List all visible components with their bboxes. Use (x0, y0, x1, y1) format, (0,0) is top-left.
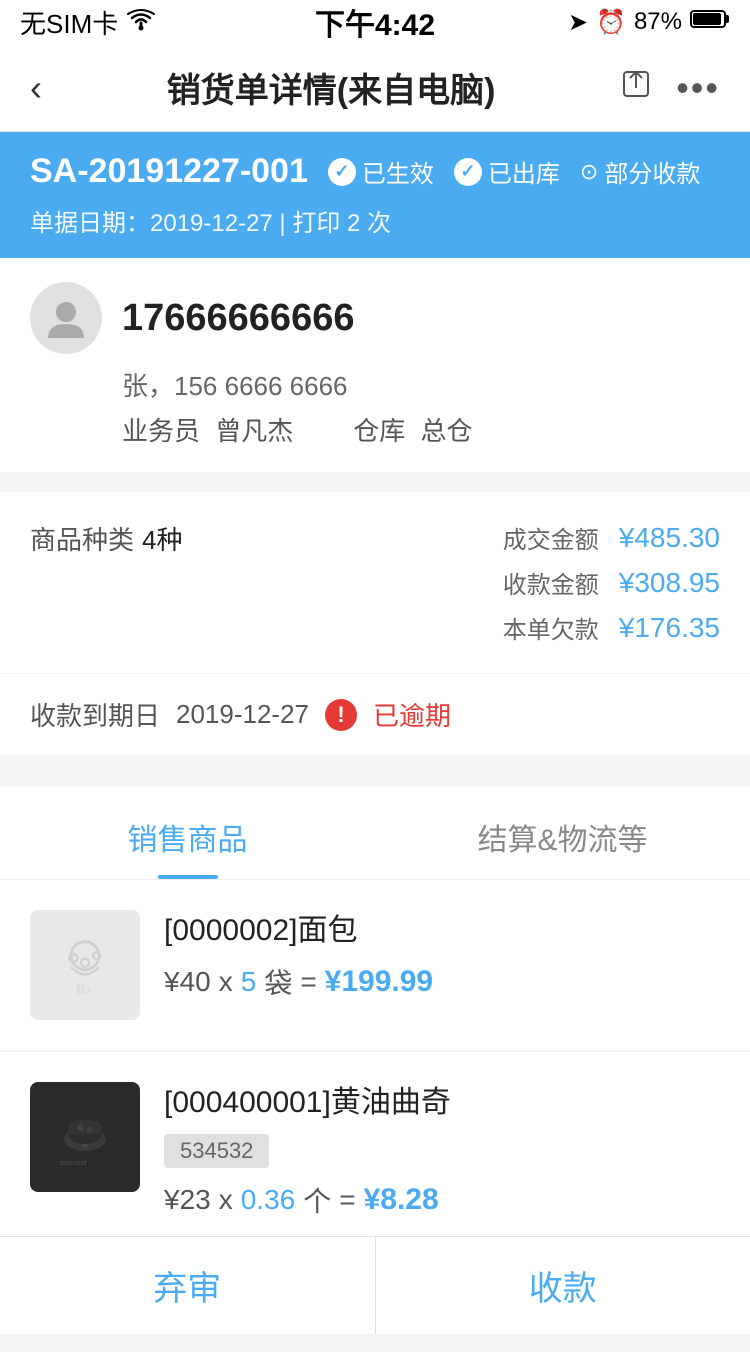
qty-2: 0.36 (241, 1184, 296, 1216)
product-item-2: diamond [000400001]黄油曲奇 534532 ¥23 x 0.3… (0, 1052, 750, 1250)
page-title: 销货单详情(来自电脑) (167, 63, 496, 112)
badge-shipped-label: 已出库 (488, 154, 560, 189)
debt-line: 本单欠款 ¥176.35 (503, 610, 720, 645)
badge-partial-label: 部分收款 (604, 154, 700, 189)
battery-icon (690, 8, 730, 37)
svg-text:diamond: diamond (59, 1160, 86, 1167)
stats-section: 商品种类 4种 成交金额 ¥485.30 收款金额 ¥308.95 本单欠款 ¥… (0, 492, 750, 673)
staff-info: 业务员 曾凡杰 (122, 411, 293, 448)
status-right: ➤ ⏰ 87% (568, 8, 730, 37)
order-id: SA-20191227-001 (30, 152, 308, 191)
section-divider (0, 755, 750, 771)
badge-effective-label: 已生效 (362, 154, 434, 189)
bottom-bar: 弃审 收款 (0, 1236, 750, 1334)
total-price-1: ¥199.99 (325, 965, 433, 999)
status-bar: 无SIM卡 下午4:42 ➤ ⏰ 87% (0, 0, 750, 44)
check-icon: ✓ (328, 158, 356, 186)
product-name-2: [000400001]黄油曲奇 (164, 1082, 720, 1124)
receipt-value: ¥308.95 (619, 567, 720, 599)
tab-settlement-label: 结算&物流等 (477, 824, 647, 857)
share-icon[interactable] (620, 68, 652, 108)
clock-icon: ⊙ (580, 159, 598, 185)
receipt-line: 收款金额 ¥308.95 (503, 565, 720, 600)
unit-price-1: ¥40 (164, 966, 211, 998)
customer-section: 17666666666 张，156 6666 6666 业务员 曾凡杰 仓库 总… (0, 258, 750, 472)
tab-sales-goods[interactable]: 销售商品 (0, 787, 375, 879)
customer-phone: 17666666666 (122, 297, 354, 340)
order-header-banner: SA-20191227-001 ✓ 已生效 ✓ 已出库 ⊙ 部分收款 单据日期：… (0, 132, 750, 258)
qty-1: 5 (241, 966, 257, 998)
financial-stats: 成交金额 ¥485.30 收款金额 ¥308.95 本单欠款 ¥176.35 (503, 520, 720, 645)
alarm-icon: ⏰ (596, 8, 626, 37)
product-info-1: [0000002]面包 ¥40 x 5 袋 = ¥199.99 (164, 910, 720, 1002)
badge-effective: ✓ 已生效 (328, 154, 434, 189)
product-name-1: [0000002]面包 (164, 910, 720, 952)
overdue-text: 已逾期 (373, 696, 451, 733)
unit-1: 袋 (264, 962, 292, 1002)
product-price-1: ¥40 x 5 袋 = ¥199.99 (164, 962, 720, 1002)
unit-price-2: ¥23 (164, 1184, 211, 1216)
total-price-2: ¥8.28 (364, 1183, 439, 1217)
location-icon: ➤ (568, 8, 588, 37)
tabs-section: 销售商品 结算&物流等 (0, 787, 750, 880)
warehouse-name: 总仓 (421, 416, 473, 446)
product-info-2: [000400001]黄油曲奇 534532 ¥23 x 0.36 个 = ¥8… (164, 1082, 720, 1220)
tab-settlement[interactable]: 结算&物流等 (375, 787, 750, 879)
order-sub-info: 单据日期：2019-12-27 | 打印 2 次 (30, 203, 720, 238)
status-left: 无SIM卡 (20, 4, 156, 41)
back-button[interactable]: ‹ (30, 67, 42, 109)
badge-shipped: ✓ 已出库 (454, 154, 560, 189)
product-tag-2: 534532 (164, 1134, 269, 1168)
staff-label: 业务员 (122, 416, 200, 446)
product-thumb-2: diamond (30, 1082, 140, 1192)
equals-sign-1: = (300, 966, 316, 998)
nav-actions: ••• (620, 67, 720, 109)
amount-label: 成交金额 (503, 520, 599, 555)
receipt-label: 收款金额 (503, 565, 599, 600)
due-date-section: 收款到期日 2019-12-27 ! 已逾期 (0, 674, 750, 755)
multiply-sign-2: x (219, 1184, 233, 1216)
status-time: 下午4:42 (315, 0, 435, 44)
svg-text:鲸+: 鲸+ (76, 983, 93, 996)
equals-sign-2: = (339, 1184, 355, 1216)
product-price-2: ¥23 x 0.36 个 = ¥8.28 (164, 1180, 720, 1220)
debt-label: 本单欠款 (503, 610, 599, 645)
cancel-review-button[interactable]: 弃审 (0, 1237, 376, 1334)
tab-sales-goods-label: 销售商品 (128, 824, 248, 857)
amount-value: ¥485.30 (619, 522, 720, 554)
battery-text: 87% (634, 8, 682, 36)
carrier-text: 无SIM卡 (20, 4, 118, 41)
multiply-sign-1: x (219, 966, 233, 998)
product-thumb-1: 鲸+ (30, 910, 140, 1020)
unit-2: 个 (303, 1180, 331, 1220)
nav-bar: ‹ 销货单详情(来自电脑) ••• (0, 44, 750, 132)
warehouse-label: 仓库 (353, 416, 405, 446)
due-date-label: 收款到期日 (30, 696, 160, 733)
product-type-label: 商品种类 (30, 520, 134, 557)
customer-contact: 张，156 6666 6666 (122, 366, 720, 403)
amount-line: 成交金额 ¥485.30 (503, 520, 720, 555)
customer-detail-row: 业务员 曾凡杰 仓库 总仓 (122, 411, 720, 448)
badge-partial: ⊙ 部分收款 (580, 154, 700, 189)
check-icon-2: ✓ (454, 158, 482, 186)
overdue-warning-icon: ! (325, 699, 357, 731)
wifi-icon (126, 7, 156, 38)
product-types: 商品种类 4种 (30, 520, 182, 557)
staff-name: 曾凡杰 (215, 416, 293, 446)
more-icon[interactable]: ••• (676, 67, 720, 109)
collect-payment-button[interactable]: 收款 (376, 1237, 750, 1334)
product-type-count: 4种 (142, 520, 182, 557)
debt-value: ¥176.35 (619, 612, 720, 644)
customer-avatar (30, 282, 102, 354)
collect-payment-label: 收款 (529, 1261, 597, 1310)
product-item-1: 鲸+ [0000002]面包 ¥40 x 5 袋 = ¥199.99 (0, 880, 750, 1050)
due-date-value: 2019-12-27 (176, 699, 309, 730)
warehouse-info: 仓库 总仓 (353, 411, 472, 448)
cancel-review-label: 弃审 (153, 1261, 221, 1310)
